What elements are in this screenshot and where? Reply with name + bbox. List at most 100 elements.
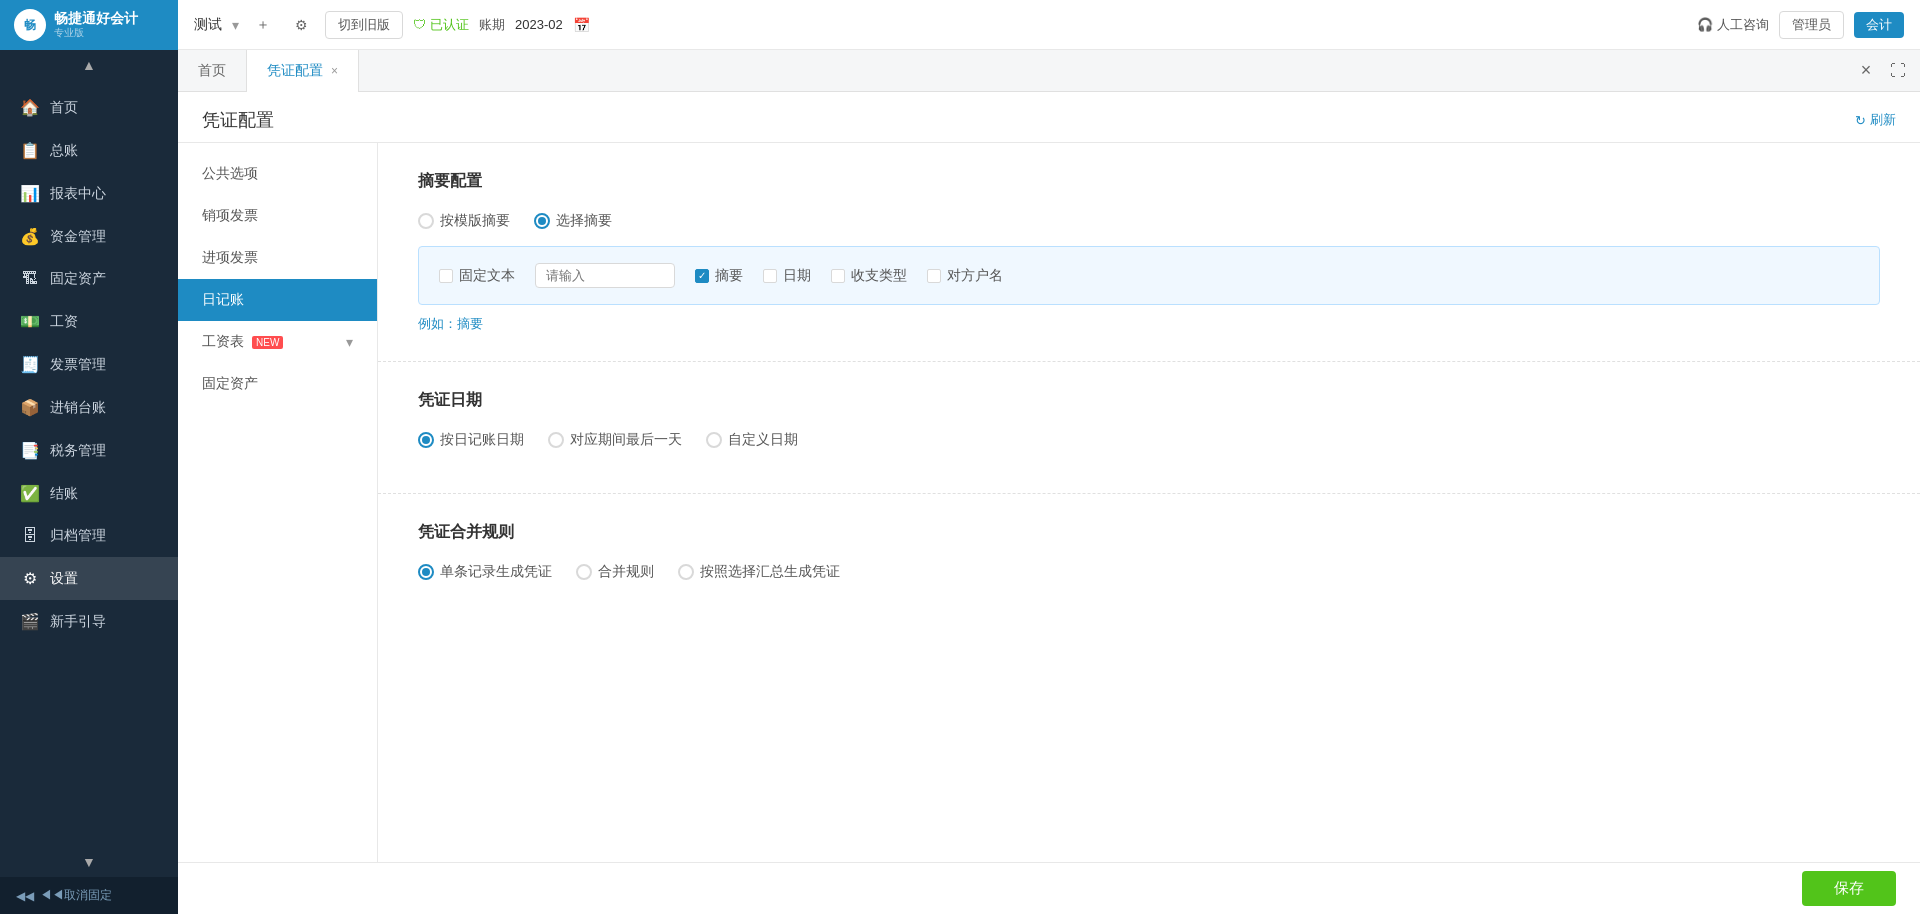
guide-icon: 🎬 — [20, 612, 40, 631]
add-button[interactable]: ＋ — [249, 11, 277, 39]
tab-home[interactable]: 首页 — [178, 50, 247, 92]
sidebar-item-settle[interactable]: ✅ 结账 — [0, 472, 178, 515]
tabbar: 首页 凭证配置 × × ⛶ — [178, 50, 1920, 92]
settle-icon: ✅ — [20, 484, 40, 503]
radio-merge-rules-circle — [576, 564, 592, 580]
tab-voucher-config[interactable]: 凭证配置 × — [247, 50, 359, 92]
radio-journal-date-circle — [418, 432, 434, 448]
ledger-icon: 📋 — [20, 141, 40, 160]
left-nav: 公共选项 销项发票 进项发票 日记账 工资表 NEW ▾ — [178, 143, 378, 914]
leftnav-purchase-invoice[interactable]: 进项发票 — [178, 237, 377, 279]
sidebar-item-label: 新手引导 — [50, 613, 106, 631]
sidebar-item-guide[interactable]: 🎬 新手引导 — [0, 600, 178, 643]
radio-select-merge-circle — [678, 564, 694, 580]
summary-section: 摘要配置 按模版摘要 选择摘要 — [378, 143, 1920, 362]
checkbox-date-label: 日期 — [783, 267, 811, 285]
radio-template-label: 按模版摘要 — [440, 212, 510, 230]
cancel-fixed-label: ◀◀取消固定 — [40, 887, 112, 904]
sidebar-scroll-up[interactable]: ▲ — [0, 50, 178, 80]
merge-title: 凭证合并规则 — [418, 522, 1880, 543]
leftnav-journal[interactable]: 日记账 — [178, 279, 377, 321]
home-icon: 🏠 — [20, 98, 40, 117]
checkbox-counterpart-label: 对方户名 — [947, 267, 1003, 285]
leftnav-sales-invoice[interactable]: 销项发票 — [178, 195, 377, 237]
leftnav-public[interactable]: 公共选项 — [178, 153, 377, 195]
accountant-button[interactable]: 会计 — [1854, 12, 1904, 38]
radio-last-day[interactable]: 对应期间最后一天 — [548, 431, 682, 449]
sidebar-cancel-fixed[interactable]: ◀◀ ◀◀取消固定 — [0, 877, 178, 914]
archive-icon: 🗄 — [20, 527, 40, 545]
cancel-fixed-icon: ◀◀ — [16, 889, 34, 903]
consult-button[interactable]: 🎧 人工咨询 — [1697, 16, 1769, 34]
sidebar-item-payroll[interactable]: 💵 工资 — [0, 300, 178, 343]
admin-button[interactable]: 管理员 — [1779, 11, 1844, 39]
radio-select-label: 选择摘要 — [556, 212, 612, 230]
checkbox-counterpart[interactable]: 对方户名 — [927, 267, 1003, 285]
logo-subtitle: 专业版 — [54, 26, 138, 40]
refresh-button[interactable]: ↻ 刷新 — [1855, 111, 1896, 129]
radio-journal-date[interactable]: 按日记账日期 — [418, 431, 524, 449]
checkbox-abstract[interactable]: 摘要 — [695, 267, 743, 285]
radio-merge-rules[interactable]: 合并规则 — [576, 563, 654, 581]
page-title: 凭证配置 — [202, 108, 274, 132]
tax-icon: 📑 — [20, 441, 40, 460]
logo-icon: 畅 — [14, 9, 46, 41]
gear-icon[interactable]: ⚙ — [287, 11, 315, 39]
leftnav-salary[interactable]: 工资表 NEW ▾ — [178, 321, 377, 363]
sidebar-item-report[interactable]: 📊 报表中心 — [0, 172, 178, 215]
sidebar-item-invoice[interactable]: 🧾 发票管理 — [0, 343, 178, 386]
radio-select-circle — [534, 213, 550, 229]
save-button[interactable]: 保存 — [1802, 871, 1896, 906]
sidebar-item-purchase[interactable]: 📦 进销台账 — [0, 386, 178, 429]
radio-merge-rules-label: 合并规则 — [598, 563, 654, 581]
radio-select-merge[interactable]: 按照选择汇总生成凭证 — [678, 563, 840, 581]
verified-text: 已认证 — [430, 16, 469, 34]
sidebar-scroll-down[interactable]: ▼ — [0, 847, 178, 877]
sidebar-item-tax[interactable]: 📑 税务管理 — [0, 429, 178, 472]
switch-old-version-button[interactable]: 切到旧版 — [325, 11, 403, 39]
sidebar-item-settings[interactable]: ⚙ 设置 — [0, 557, 178, 600]
sidebar-item-home[interactable]: 🏠 首页 — [0, 86, 178, 129]
radio-single[interactable]: 单条记录生成凭证 — [418, 563, 552, 581]
sidebar-item-label: 结账 — [50, 485, 78, 503]
checkbox-abstract-label: 摘要 — [715, 267, 743, 285]
verified-badge: 🛡 已认证 — [413, 16, 469, 34]
sidebar-item-archive[interactable]: 🗄 归档管理 — [0, 515, 178, 557]
sidebar-item-ledger[interactable]: 📋 总账 — [0, 129, 178, 172]
sidebar-item-assets[interactable]: 🏗 固定资产 — [0, 258, 178, 300]
workspace-dropdown-icon[interactable]: ▾ — [232, 17, 239, 33]
invoice-icon: 🧾 — [20, 355, 40, 374]
checkbox-date[interactable]: 日期 — [763, 267, 811, 285]
fullscreen-button[interactable]: ⛶ — [1884, 57, 1912, 85]
close-window-button[interactable]: × — [1852, 57, 1880, 85]
date-radio-group: 按日记账日期 对应期间最后一天 自定义日期 — [418, 431, 1880, 449]
sidebar-item-label: 资金管理 — [50, 228, 106, 246]
checkbox-payment-type[interactable]: 收支类型 — [831, 267, 907, 285]
leftnav-fixed-assets[interactable]: 固定资产 — [178, 363, 377, 405]
sidebar-item-label: 归档管理 — [50, 527, 106, 545]
merge-radio-group: 单条记录生成凭证 合并规则 按照选择汇总生成凭证 — [418, 563, 1880, 581]
page-header: 凭证配置 ↻ 刷新 — [178, 92, 1920, 143]
radio-custom-date-circle — [706, 432, 722, 448]
calendar-icon[interactable]: 📅 — [573, 17, 590, 33]
fixed-text-input[interactable] — [535, 263, 675, 288]
shield-icon: 🛡 — [413, 17, 426, 32]
sidebar-item-label: 税务管理 — [50, 442, 106, 460]
checkbox-fixed-text-label: 固定文本 — [459, 267, 515, 285]
workspace-name: 测试 — [194, 16, 222, 34]
tab-label: 凭证配置 — [267, 62, 323, 80]
new-badge: NEW — [252, 336, 283, 349]
payroll-icon: 💵 — [20, 312, 40, 331]
checkbox-fixed-text[interactable]: 固定文本 — [439, 267, 515, 285]
radio-custom-date[interactable]: 自定义日期 — [706, 431, 798, 449]
sidebar-item-funds[interactable]: 💰 资金管理 — [0, 215, 178, 258]
radio-select-summary[interactable]: 选择摘要 — [534, 212, 612, 230]
headset-icon: 🎧 — [1697, 17, 1713, 32]
radio-custom-date-label: 自定义日期 — [728, 431, 798, 449]
checkbox-abstract-box — [695, 269, 709, 283]
date-title: 凭证日期 — [418, 390, 1880, 411]
tab-close-icon[interactable]: × — [331, 64, 338, 78]
tabbar-actions: × ⛶ — [1852, 57, 1920, 85]
radio-template-summary[interactable]: 按模版摘要 — [418, 212, 510, 230]
period-label: 账期 — [479, 16, 505, 34]
